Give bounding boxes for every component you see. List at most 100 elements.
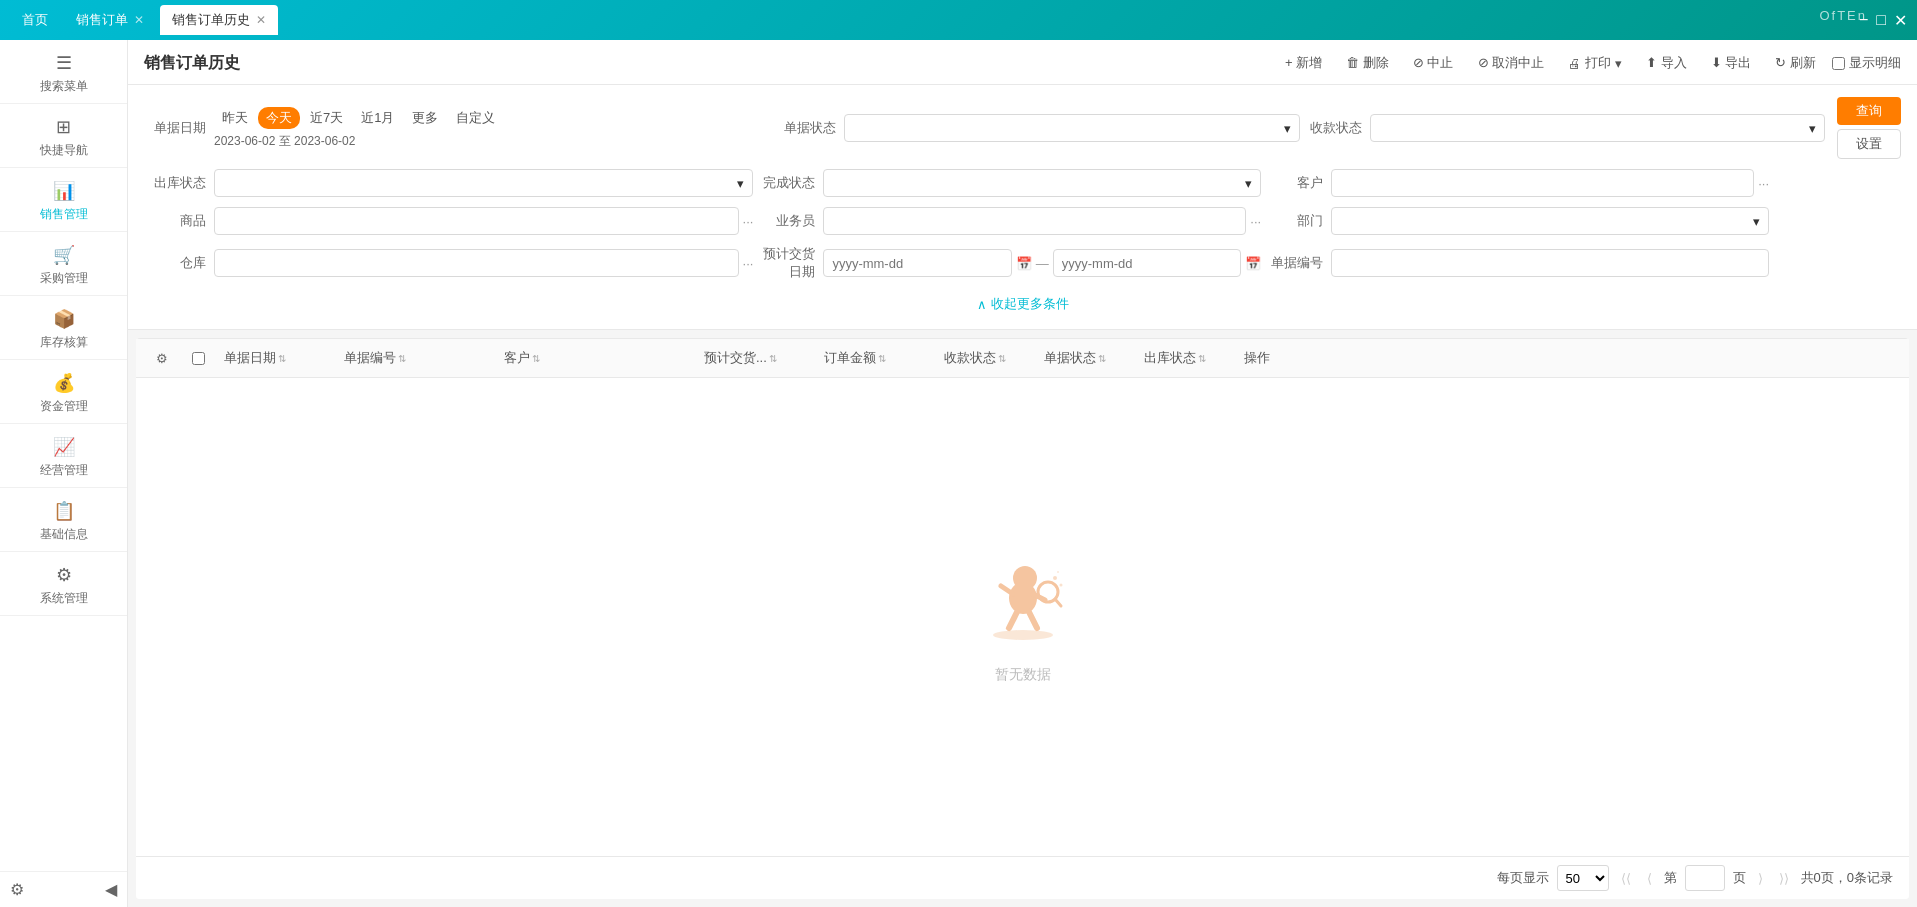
basic-icon: 📋	[53, 500, 75, 522]
table-select-all[interactable]	[180, 352, 216, 365]
filter-delivery-date-item: 预计交货日期 📅 — 📅	[753, 245, 1261, 281]
refresh-button[interactable]: ↻ 刷新	[1767, 50, 1824, 76]
filter-out-item: 出库状态 ▾	[144, 169, 753, 197]
pagination-prev-btn[interactable]: ⟨	[1643, 869, 1656, 888]
pagination-page-input[interactable]: 1	[1685, 865, 1725, 891]
salesperson-ellipsis[interactable]: ···	[1250, 214, 1261, 229]
sidebar-collapse-btn[interactable]: ◀	[105, 880, 117, 899]
date-1month-btn[interactable]: 近1月	[353, 107, 402, 129]
delivery-calendar-start-icon[interactable]: 📅	[1016, 256, 1032, 271]
table-area: ⚙ 单据日期 ⇅ 单据编号 ⇅ 客户 ⇅ 预计交货...	[136, 338, 1909, 899]
page-title: 销售订单历史	[144, 53, 240, 74]
new-button[interactable]: + 新增	[1277, 50, 1330, 76]
th-num[interactable]: 单据编号 ⇅	[336, 349, 496, 367]
th-customer[interactable]: 客户 ⇅	[496, 349, 696, 367]
status-select[interactable]: ▾	[844, 114, 1299, 142]
sidebar-item-quicknav[interactable]: ⊞ 快捷导航	[0, 104, 127, 168]
delivery-end-input[interactable]	[1053, 249, 1241, 277]
tab-sales-order-close[interactable]: ✕	[134, 13, 144, 27]
table-settings-icon[interactable]: ⚙	[144, 351, 180, 366]
sidebar-item-sales[interactable]: 📊 销售管理	[0, 168, 127, 232]
out-filter-label: 出库状态	[144, 174, 214, 192]
date-today-btn[interactable]: 今天	[258, 107, 300, 129]
tab-sales-order[interactable]: 销售订单 ✕	[64, 5, 156, 35]
display-checkbox[interactable]	[1832, 57, 1845, 70]
quicknav-icon: ⊞	[56, 116, 71, 138]
complete-select[interactable]: ▾	[823, 169, 1261, 197]
sidebar-item-basic[interactable]: 📋 基础信息	[0, 488, 127, 552]
date-filter-control: 昨天 今天 近7天 近1月 更多 自定义 2023-06-02 至 2023-0…	[214, 107, 774, 150]
print-dropdown-icon: ▾	[1615, 56, 1622, 71]
date-more-btn[interactable]: 更多	[404, 107, 446, 129]
sidebar: ☰ 搜索菜单 ⊞ 快捷导航 📊 销售管理 🛒 采购管理 📦 库存核算 💰 资金管…	[0, 40, 128, 907]
import-button[interactable]: ⬆ 导入	[1638, 50, 1695, 76]
stop-button[interactable]: ⊘ 中止	[1405, 50, 1462, 76]
receipt-filter-control: ▾	[1370, 114, 1825, 142]
delivery-start-input[interactable]	[823, 249, 1011, 277]
inventory-icon: 📦	[53, 308, 75, 330]
svg-line-5	[1001, 586, 1013, 594]
sidebar-item-ops-label: 经营管理	[40, 462, 88, 479]
svg-point-11	[1057, 571, 1059, 573]
th-status[interactable]: 单据状态 ⇅	[1036, 349, 1136, 367]
sidebar-item-system[interactable]: ⚙ 系统管理	[0, 552, 127, 616]
th-delivery[interactable]: 预计交货... ⇅	[696, 349, 816, 367]
sidebar-item-inventory[interactable]: 📦 库存核算	[0, 296, 127, 360]
close-button[interactable]: ✕	[1894, 11, 1907, 30]
warehouse-ellipsis[interactable]: ···	[743, 256, 754, 271]
tab-home[interactable]: 首页	[10, 5, 60, 35]
table-header: ⚙ 单据日期 ⇅ 单据编号 ⇅ 客户 ⇅ 预计交货...	[136, 338, 1909, 378]
maximize-button[interactable]: □	[1876, 11, 1886, 29]
th-date[interactable]: 单据日期 ⇅	[216, 349, 336, 367]
goods-filter-control: ···	[214, 207, 753, 235]
sidebar-settings-btn[interactable]: ⚙	[10, 880, 24, 899]
pagination-total: 共0页，0条记录	[1801, 869, 1893, 887]
date-7days-btn[interactable]: 近7天	[302, 107, 351, 129]
query-button[interactable]: 查询	[1837, 97, 1901, 125]
empty-illustration	[973, 550, 1073, 650]
goods-input[interactable]	[214, 207, 739, 235]
settings-button[interactable]: 设置	[1837, 129, 1901, 159]
sidebar-item-search[interactable]: ☰ 搜索菜单	[0, 40, 127, 104]
date-yesterday-btn[interactable]: 昨天	[214, 107, 256, 129]
sidebar-item-ops[interactable]: 📈 经营管理	[0, 424, 127, 488]
goods-ellipsis[interactable]: ···	[743, 214, 754, 229]
warehouse-input[interactable]	[214, 249, 739, 277]
delete-button[interactable]: 🗑 删除	[1338, 50, 1397, 76]
per-page-select[interactable]: 50 100 200	[1557, 865, 1609, 891]
order-no-input[interactable]	[1331, 249, 1769, 277]
sidebar-item-finance[interactable]: 💰 资金管理	[0, 360, 127, 424]
dept-select[interactable]: ▾	[1331, 207, 1769, 235]
receipt-select[interactable]: ▾	[1370, 114, 1825, 142]
date-custom-btn[interactable]: 自定义	[448, 107, 503, 129]
tab-sales-history-close[interactable]: ✕	[256, 13, 266, 27]
th-receipt[interactable]: 收款状态 ⇅	[936, 349, 1036, 367]
pagination-last-btn[interactable]: ⟩⟩	[1775, 869, 1793, 888]
customer-ellipsis[interactable]: ···	[1758, 176, 1769, 191]
complete-dropdown-icon: ▾	[1245, 176, 1252, 191]
display-toggle[interactable]: 显示明细	[1832, 54, 1901, 72]
pagination-first-btn[interactable]: ⟨⟨	[1617, 869, 1635, 888]
salesperson-input[interactable]	[823, 207, 1246, 235]
customer-input[interactable]	[1331, 169, 1754, 197]
sidebar-item-purchase[interactable]: 🛒 采购管理	[0, 232, 127, 296]
receipt-dropdown-icon: ▾	[1809, 121, 1816, 136]
tab-sales-history-label: 销售订单历史	[172, 11, 250, 29]
content-area: 销售订单历史 + 新增 🗑 删除 ⊘ 中止 ⊘ 取消中止 🖨 打印 ▾ ⬆ 导入…	[128, 40, 1917, 907]
out-dropdown-icon: ▾	[737, 176, 744, 191]
print-button[interactable]: 🖨 打印 ▾	[1560, 50, 1630, 76]
select-all-checkbox[interactable]	[192, 352, 205, 365]
th-out[interactable]: 出库状态 ⇅	[1136, 349, 1236, 367]
svg-line-3	[1009, 612, 1017, 628]
collapse-more-link[interactable]: ∧ 收起更多条件	[144, 291, 1901, 317]
date-filter-label: 单据日期	[144, 119, 214, 137]
th-amount[interactable]: 订单金额 ⇅	[816, 349, 936, 367]
export-button[interactable]: ⬇ 导出	[1703, 50, 1760, 76]
pagination-next-btn[interactable]: ⟩	[1754, 869, 1767, 888]
delivery-calendar-end-icon[interactable]: 📅	[1245, 256, 1261, 271]
cancel-stop-button[interactable]: ⊘ 取消中止	[1470, 50, 1553, 76]
th-receipt-label: 收款状态	[944, 349, 996, 367]
delivery-separator: —	[1036, 256, 1049, 271]
out-select[interactable]: ▾	[214, 169, 753, 197]
tab-sales-history[interactable]: 销售订单历史 ✕	[160, 5, 278, 35]
